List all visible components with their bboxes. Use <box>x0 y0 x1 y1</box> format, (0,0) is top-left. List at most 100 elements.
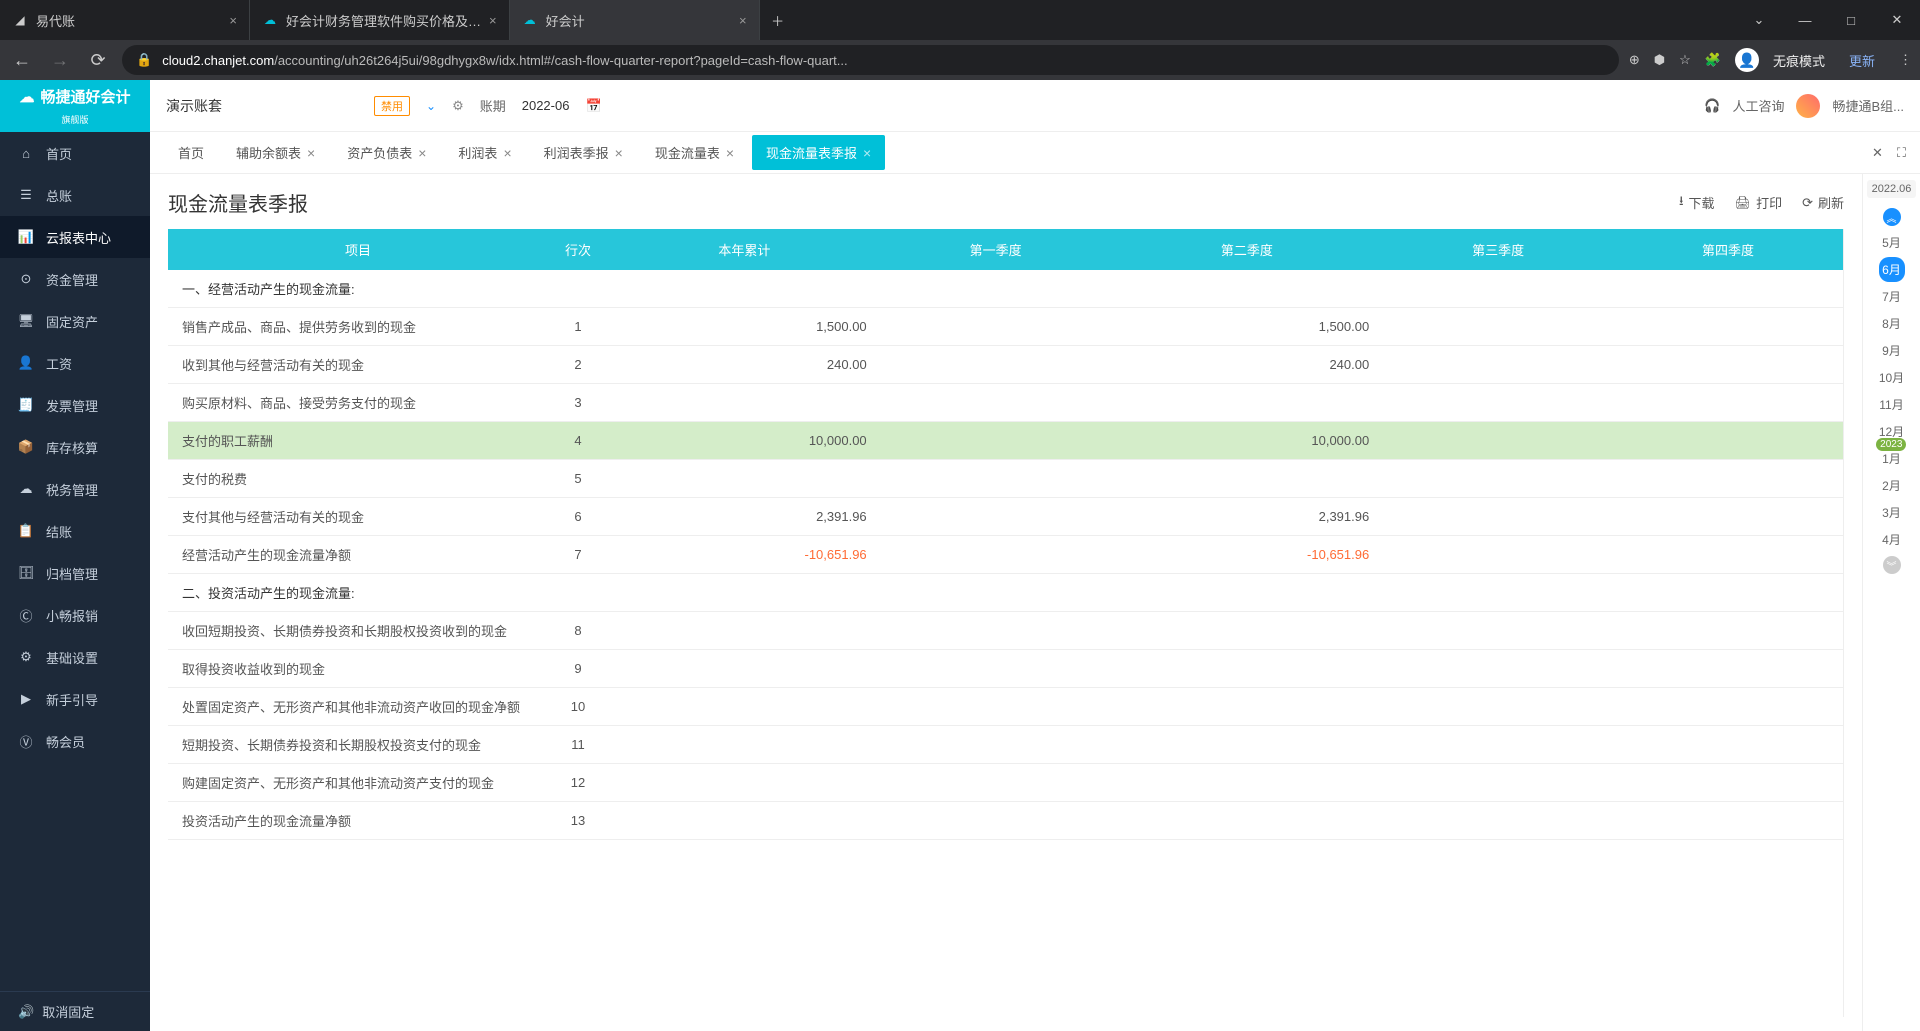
sidebar-item-ledger[interactable]: ☰总账 <box>0 174 150 216</box>
incognito-icon[interactable]: 👤 <box>1735 48 1759 72</box>
tab-5[interactable]: 现金流量表× <box>641 135 748 170</box>
table-row[interactable]: 二、投资活动产生的现金流量: <box>168 574 1843 612</box>
menu-icon[interactable]: ⋮ <box>1899 52 1912 68</box>
window-dropdown-icon[interactable]: ⌄ <box>1736 0 1782 40</box>
month-option[interactable]: 3月 <box>1882 500 1901 525</box>
support-link[interactable]: 人工咨询 <box>1732 96 1784 115</box>
sidebar-item-stock[interactable]: 📦库存核算 <box>0 426 150 468</box>
q3-cell <box>1383 802 1613 840</box>
sidebar-item-archive[interactable]: 🗄归档管理 <box>0 552 150 594</box>
close-icon[interactable]: × <box>863 145 871 161</box>
account-name[interactable]: 演示账套 <box>166 96 222 116</box>
close-icon[interactable]: × <box>503 145 511 161</box>
reimburse-icon: Ⓒ <box>18 607 34 623</box>
calendar-icon[interactable]: 📅 <box>585 98 601 114</box>
sidebar-item-settings[interactable]: ⚙基础设置 <box>0 636 150 678</box>
close-icon[interactable]: × <box>726 145 734 161</box>
tab-6[interactable]: 现金流量表季报× <box>752 135 885 170</box>
month-option[interactable]: 6月 <box>1879 257 1905 282</box>
table-row[interactable]: 投资活动产生的现金流量净额13 <box>168 802 1843 840</box>
print-button[interactable]: 🖨打印 <box>1735 192 1783 214</box>
sidebar-item-salary[interactable]: 👤工资 <box>0 342 150 384</box>
close-icon[interactable]: × <box>229 13 237 28</box>
table-row[interactable]: 经营活动产生的现金流量净额7-10,651.96-10,651.96 <box>168 536 1843 574</box>
unpin-sidebar-button[interactable]: 🔊 取消固定 <box>0 991 150 1031</box>
table-row[interactable]: 一、经营活动产生的现金流量: <box>168 270 1843 308</box>
period-label: 账期 <box>480 96 506 115</box>
sidebar-item-asset[interactable]: 🖥固定资产 <box>0 300 150 342</box>
tab-0[interactable]: 首页 <box>164 135 218 170</box>
table-row[interactable]: 短期投资、长期债券投资和长期股权投资支付的现金11 <box>168 726 1843 764</box>
table-row[interactable]: 处置固定资产、无形资产和其他非流动资产收回的现金净额10 <box>168 688 1843 726</box>
table-row[interactable]: 购建固定资产、无形资产和其他非流动资产支付的现金12 <box>168 764 1843 802</box>
close-icon[interactable]: × <box>307 145 315 161</box>
sidebar-item-close[interactable]: 📋结账 <box>0 510 150 552</box>
browser-tab-0[interactable]: ◢ 易代账 × <box>0 0 250 40</box>
close-icon[interactable]: × <box>418 145 426 161</box>
forward-button[interactable]: → <box>46 46 74 74</box>
month-option[interactable]: 9月 <box>1882 338 1901 363</box>
scroll-up-icon[interactable]: ︽ <box>1883 208 1901 226</box>
month-option[interactable]: 8月 <box>1882 311 1901 336</box>
close-icon[interactable]: × <box>739 13 747 28</box>
sidebar-item-money[interactable]: ⊙资金管理 <box>0 258 150 300</box>
table-row[interactable]: 支付其他与经营活动有关的现金62,391.962,391.96 <box>168 498 1843 536</box>
gear-icon[interactable]: ⚙ <box>452 98 464 114</box>
table-row[interactable]: 销售产成品、商品、提供劳务收到的现金11,500.001,500.00 <box>168 308 1843 346</box>
url-bar[interactable]: 🔒 cloud2.chanjet.com/accounting/uh26t264… <box>122 45 1619 75</box>
month-option[interactable]: 11月 <box>1879 392 1903 417</box>
browser-tab-2[interactable]: ☁ 好会计 × <box>510 0 760 40</box>
sidebar-item-member[interactable]: Ⓥ畅会员 <box>0 720 150 762</box>
month-option[interactable]: 7月 <box>1882 284 1901 309</box>
table-row[interactable]: 支付的税费5 <box>168 460 1843 498</box>
tab-1[interactable]: 辅助余额表× <box>222 135 329 170</box>
table-row[interactable]: 收到其他与经营活动有关的现金2240.00240.00 <box>168 346 1843 384</box>
period-value[interactable]: 2022-06 <box>522 98 570 113</box>
zoom-icon[interactable]: ⊕ <box>1629 52 1640 68</box>
close-icon[interactable]: × <box>489 13 497 28</box>
month-option[interactable]: 10月 <box>1879 365 1904 390</box>
sidebar-item-invoice[interactable]: 🧾发票管理 <box>0 384 150 426</box>
month-option[interactable]: 4月 <box>1882 527 1901 552</box>
refresh-button[interactable]: ⟳刷新 <box>1802 192 1844 214</box>
chevron-down-icon[interactable]: ⌄ <box>426 99 436 113</box>
back-button[interactable]: ← <box>8 46 36 74</box>
browser-tab-1[interactable]: ☁ 好会计财务管理软件购买价格及… × <box>250 0 510 40</box>
month-option[interactable]: 5月 <box>1882 230 1901 255</box>
month-option[interactable]: 2月 <box>1882 473 1901 498</box>
puzzle-icon[interactable]: 🧩 <box>1705 52 1721 68</box>
close-icon[interactable]: × <box>615 145 623 161</box>
report-table-wrap[interactable]: 项目行次本年累计第一季度第二季度第三季度第四季度 一、经营活动产生的现金流量:销… <box>168 229 1844 1017</box>
sidebar-item-label: 税务管理 <box>46 480 98 499</box>
new-tab-button[interactable]: ＋ <box>760 0 796 40</box>
tab-2[interactable]: 资产负债表× <box>333 135 440 170</box>
sidebar-item-tax[interactable]: ☁税务管理 <box>0 468 150 510</box>
scroll-down-icon[interactable]: ︾ <box>1883 556 1901 574</box>
sidebar-item-reimburse[interactable]: Ⓒ小畅报销 <box>0 594 150 636</box>
window-close-icon[interactable]: ✕ <box>1874 0 1920 40</box>
rownum-cell: 12 <box>548 764 608 802</box>
tab-4[interactable]: 利润表季报× <box>530 135 637 170</box>
table-row[interactable]: 取得投资收益收到的现金9 <box>168 650 1843 688</box>
user-name[interactable]: 畅捷通B组... <box>1832 96 1904 115</box>
member-icon: Ⓥ <box>18 733 34 749</box>
update-button[interactable]: 更新 <box>1839 47 1885 74</box>
fullscreen-icon[interactable]: ⛶ <box>1897 145 1906 161</box>
window-minimize-icon[interactable]: — <box>1782 0 1828 40</box>
app-logo[interactable]: ☁畅捷通好会计 旗舰版 <box>0 80 150 132</box>
q4-cell <box>1613 346 1843 384</box>
sidebar-item-guide[interactable]: ▶新手引导 <box>0 678 150 720</box>
sidebar-item-report[interactable]: 📊云报表中心 <box>0 216 150 258</box>
tab-3[interactable]: 利润表× <box>444 135 525 170</box>
sidebar-item-home[interactable]: ⌂首页 <box>0 132 150 174</box>
reload-button[interactable]: ⟳ <box>84 46 112 74</box>
table-row[interactable]: 购买原材料、商品、接受劳务支付的现金3 <box>168 384 1843 422</box>
close-all-tabs-icon[interactable]: ✕ <box>1872 145 1883 161</box>
table-row[interactable]: 收回短期投资、长期债券投资和长期股权投资收到的现金8 <box>168 612 1843 650</box>
avatar[interactable] <box>1796 94 1820 118</box>
extension-icon[interactable]: ⬢ <box>1654 52 1665 68</box>
table-row[interactable]: 支付的职工薪酬410,000.0010,000.00 <box>168 422 1843 460</box>
download-button[interactable]: ⭳下载 <box>1679 192 1715 214</box>
window-maximize-icon[interactable]: □ <box>1828 0 1874 40</box>
bookmark-icon[interactable]: ☆ <box>1679 52 1691 68</box>
